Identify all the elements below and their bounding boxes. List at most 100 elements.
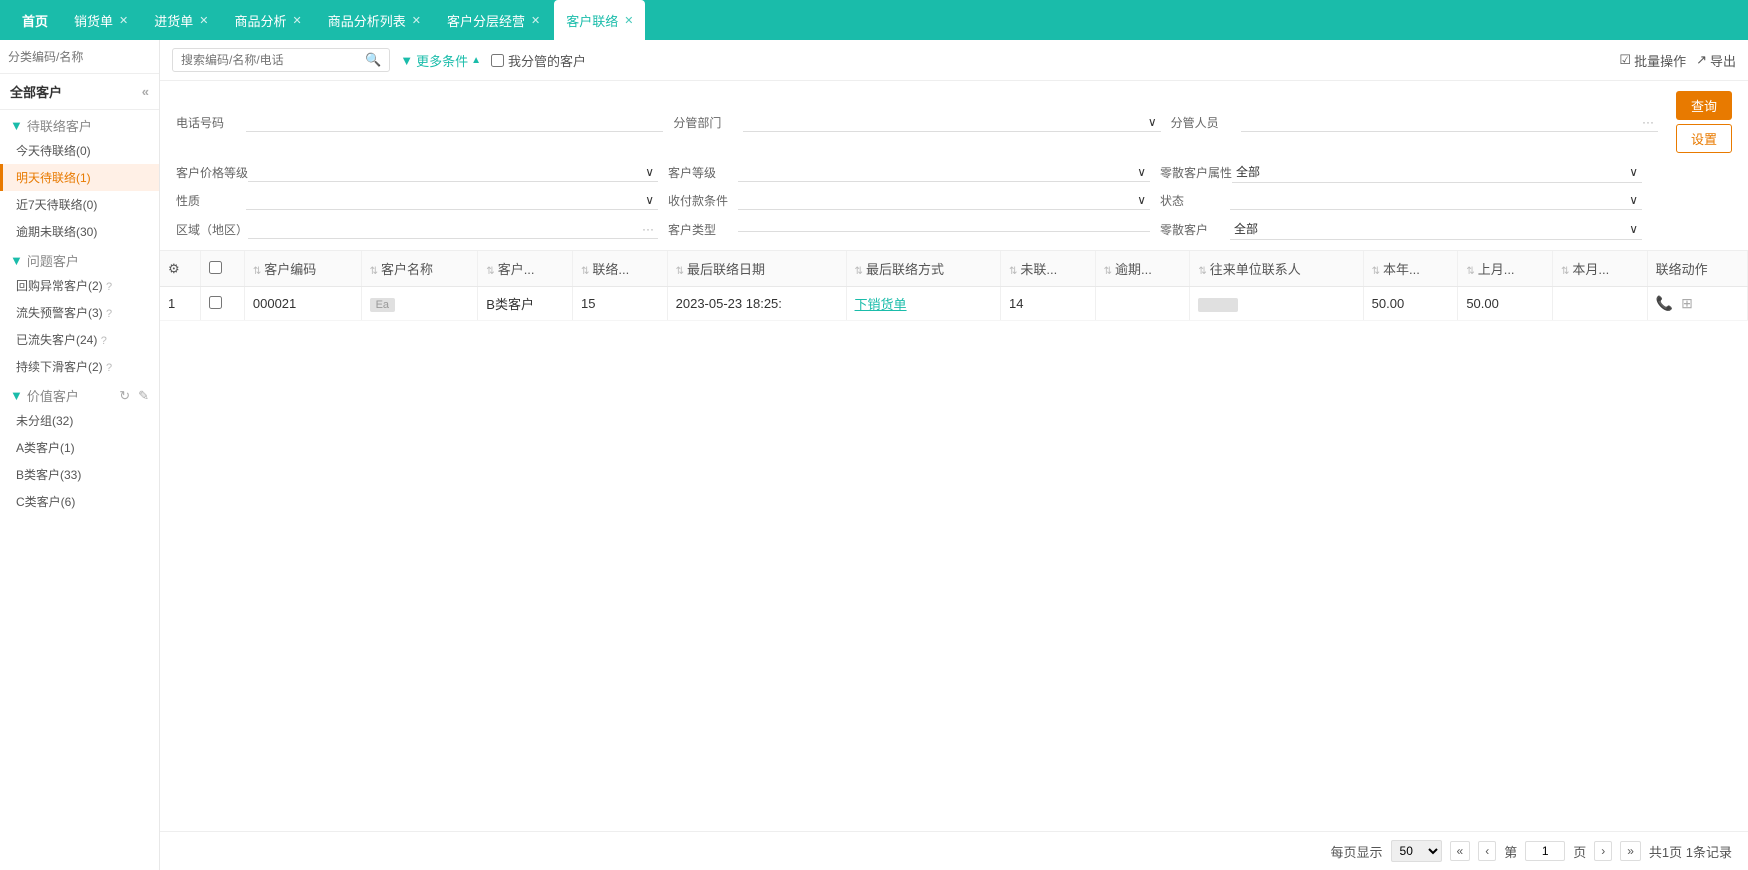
th-type[interactable]: ⇅客户... <box>478 251 573 287</box>
close-customer-contact-icon[interactable]: ✕ <box>624 14 633 27</box>
nav-goods-analysis[interactable]: 商品分析 ✕ <box>222 0 313 40</box>
total-label: 共1页 1条记录 <box>1649 842 1732 861</box>
filter-customer-level: 客户等级 ∨ <box>668 163 1150 182</box>
sidebar-item-overdue[interactable]: 逾期未联络(30) <box>0 218 159 245</box>
td-contacts: 15 <box>572 287 667 321</box>
export-btn[interactable]: ↗ 导出 <box>1696 51 1736 70</box>
sidebar-collapse-icon[interactable]: « <box>142 84 149 99</box>
td-last-month: 50.00 <box>1458 287 1553 321</box>
status-select[interactable]: ∨ <box>1230 191 1642 210</box>
sidebar-item-class-a[interactable]: A类客户(1) <box>0 434 159 461</box>
filter-region: 区域（地区） ··· <box>176 220 658 239</box>
th-uncontacted[interactable]: ⇅未联... <box>1000 251 1095 287</box>
filter-retail-attr: 零散客户属性 全部 ∨ <box>1160 161 1642 183</box>
my-customers-checkbox[interactable] <box>491 54 504 67</box>
close-goods-analysis-icon[interactable]: ✕ <box>293 14 302 27</box>
sidebar-item-churn-warning[interactable]: 流失预警客户(3) ? <box>0 299 159 326</box>
dept-select[interactable]: ∨ <box>743 113 1160 132</box>
main-search-icon[interactable]: 🔍 <box>365 52 381 68</box>
region-dots[interactable]: ··· <box>642 222 654 236</box>
content-area: 🔍 ▼ 更多条件 ▲ 我分管的客户 ☑ 批量操作 ↗ 导出 <box>160 40 1748 870</box>
all-customers-item[interactable]: 全部客户 « <box>0 74 159 110</box>
sidebar-item-today[interactable]: 今天待联络(0) <box>0 137 159 164</box>
filter-status: 状态 ∨ <box>1160 191 1642 210</box>
gear-icon[interactable]: ⚙ <box>168 261 180 276</box>
th-unit-contact[interactable]: ⇅往来单位联系人 <box>1190 251 1363 287</box>
sidebar-item-declining[interactable]: 持续下滑客户(2) ? <box>0 353 159 380</box>
table-area: ⚙ ⇅客户编码 ⇅客户名称 ⇅客户... ⇅联络... ⇅最后联络日期 ⇅最后联… <box>160 251 1748 831</box>
phone-input[interactable] <box>246 113 663 132</box>
filter-person: 分管人员 ··· <box>1171 113 1658 132</box>
th-this-year[interactable]: ⇅本年... <box>1363 251 1458 287</box>
settings-btn[interactable]: 设置 <box>1676 124 1732 153</box>
sidebar-item-repurchase-abnormal[interactable]: 回购异常客户(2) ? <box>0 272 159 299</box>
row-checkbox[interactable] <box>209 296 222 309</box>
sidebar-item-churned[interactable]: 已流失客户(24) ? <box>0 326 159 353</box>
filter-phone: 电话号码 <box>176 113 663 132</box>
sidebar-item-7days[interactable]: 近7天待联络(0) <box>0 191 159 218</box>
filter-row-3: 性质 ∨ 收付款条件 ∨ 状态 <box>176 191 1732 210</box>
close-customer-tier-icon[interactable]: ✕ <box>531 14 540 27</box>
th-this-month[interactable]: ⇅本月... <box>1552 251 1647 287</box>
td-name: Ea <box>361 287 478 321</box>
nav-sales[interactable]: 销货单 ✕ <box>62 0 140 40</box>
select-all-checkbox[interactable] <box>209 261 222 274</box>
main-layout: 🔍 全部客户 « ▼ 待联络客户 今天待联络(0) 明天待联络(1) 近7天待联… <box>0 40 1748 870</box>
contact-method-link[interactable]: 下销货单 <box>855 297 907 312</box>
page-input[interactable] <box>1525 841 1565 861</box>
td-this-year: 50.00 <box>1363 287 1458 321</box>
next-page-btn[interactable]: › <box>1594 841 1612 861</box>
close-sales-icon[interactable]: ✕ <box>119 14 128 27</box>
right-actions: ☑ 批量操作 ↗ 导出 <box>1619 51 1736 70</box>
query-btn[interactable]: 查询 <box>1676 91 1732 120</box>
batch-op-btn[interactable]: ☑ 批量操作 <box>1619 51 1686 70</box>
nature-select[interactable]: ∨ <box>246 191 658 210</box>
sidebar: 🔍 全部客户 « ▼ 待联络客户 今天待联络(0) 明天待联络(1) 近7天待联… <box>0 40 160 870</box>
th-contacts[interactable]: ⇅联络... <box>572 251 667 287</box>
nav-goods-analysis-list[interactable]: 商品分析列表 ✕ <box>316 0 433 40</box>
more-filter-btn[interactable]: ▼ 更多条件 ▲ <box>400 51 481 70</box>
price-level-select[interactable]: ∨ <box>248 163 658 182</box>
table-header-row: ⚙ ⇅客户编码 ⇅客户名称 ⇅客户... ⇅联络... ⇅最后联络日期 ⇅最后联… <box>160 251 1748 287</box>
action-grid-icon[interactable]: ⊞ <box>1681 295 1693 312</box>
nav-home[interactable]: 首页 <box>10 0 60 40</box>
customer-level-select[interactable]: ∨ <box>738 163 1150 182</box>
nav-purchase[interactable]: 进货单 ✕ <box>142 0 220 40</box>
nav-customer-tier[interactable]: 客户分层经营 ✕ <box>435 0 552 40</box>
th-overdue[interactable]: ⇅逾期... <box>1095 251 1190 287</box>
sidebar-item-unclassified[interactable]: 未分组(32) <box>0 407 159 434</box>
first-page-btn[interactable]: « <box>1450 841 1471 861</box>
customer-level-chevron-icon: ∨ <box>1137 165 1146 179</box>
filter-dept: 分管部门 ∨ <box>673 113 1160 132</box>
export-icon: ↗ <box>1696 52 1707 68</box>
search-input[interactable] <box>181 53 361 67</box>
td-unit-contact <box>1190 287 1363 321</box>
sidebar-item-class-c[interactable]: C类客户(6) <box>0 488 159 515</box>
payment-select[interactable]: ∨ <box>738 191 1150 210</box>
person-dots[interactable]: ··· <box>1642 115 1654 129</box>
retail-customer-select[interactable]: 全部 ∨ <box>1230 218 1642 240</box>
th-last-month[interactable]: ⇅上月... <box>1458 251 1553 287</box>
action-phone-icon[interactable]: 📞 <box>1656 295 1673 312</box>
retail-attr-select[interactable]: 全部 ∨ <box>1232 161 1642 183</box>
th-last-contact-method[interactable]: ⇅最后联络方式 <box>846 251 1000 287</box>
my-customers-checkbox-label[interactable]: 我分管的客户 <box>491 51 586 70</box>
close-purchase-icon[interactable]: ✕ <box>199 14 208 27</box>
close-goods-analysis-list-icon[interactable]: ✕ <box>412 14 421 27</box>
th-code[interactable]: ⇅客户编码 <box>244 251 361 287</box>
page-size-select[interactable]: 50 100 <box>1391 840 1442 862</box>
prev-page-btn[interactable]: ‹ <box>1478 841 1496 861</box>
sidebar-search-input[interactable] <box>8 50 160 64</box>
sidebar-item-class-b[interactable]: B类客户(33) <box>0 461 159 488</box>
td-type: B类客户 <box>478 287 573 321</box>
retail-customer-chevron-icon: ∨ <box>1629 222 1638 236</box>
search-input-wrap: 🔍 <box>172 48 390 72</box>
filter-retail-customer: 零散客户 全部 ∨ <box>1160 218 1642 240</box>
nav-customer-contact[interactable]: 客户联络 ✕ <box>554 0 645 40</box>
last-page-btn[interactable]: » <box>1620 841 1641 861</box>
th-last-contact-date[interactable]: ⇅最后联络日期 <box>667 251 846 287</box>
page-label: 第 <box>1504 842 1517 861</box>
th-name[interactable]: ⇅客户名称 <box>361 251 478 287</box>
sidebar-item-tomorrow[interactable]: 明天待联络(1) <box>0 164 159 191</box>
th-actions: 联络动作 <box>1647 251 1747 287</box>
